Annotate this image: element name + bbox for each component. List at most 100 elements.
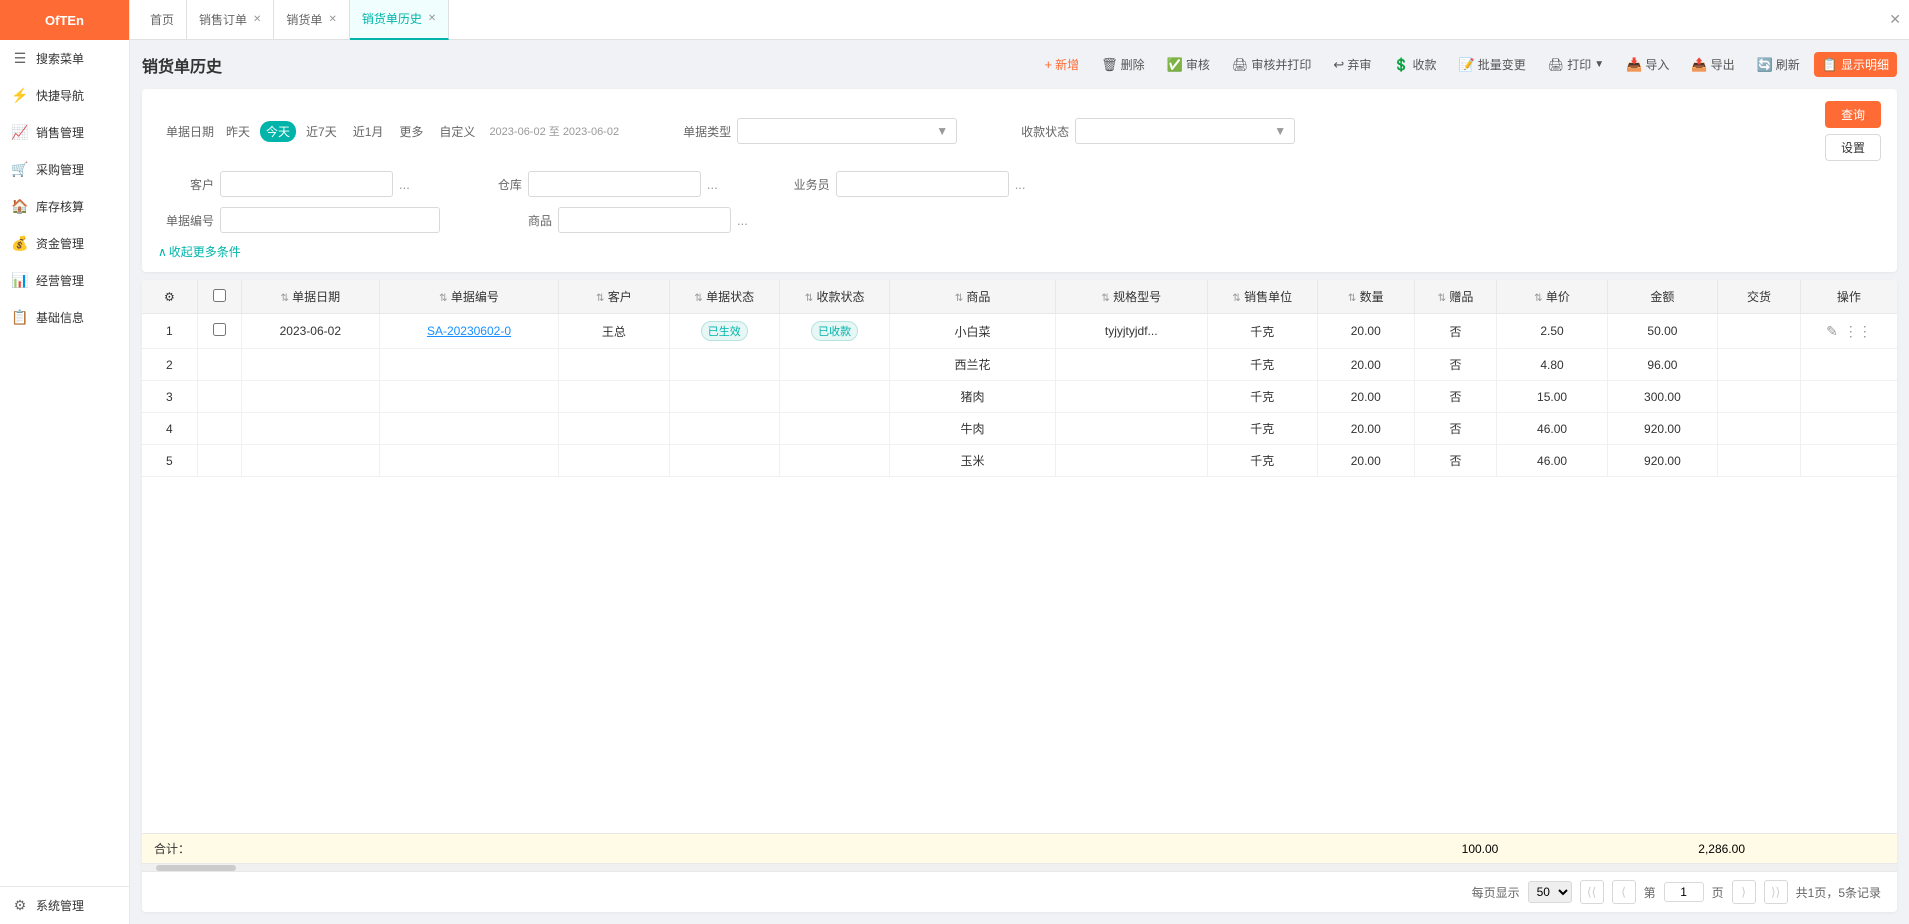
- th-date: ⇅ 单据日期: [241, 280, 379, 314]
- goods-picker-icon[interactable]: ...: [737, 213, 748, 228]
- new-button[interactable]: + 新增: [1037, 52, 1088, 77]
- more-icon[interactable]: ⋮⋮: [1844, 323, 1872, 340]
- cell-pay-status: [779, 381, 889, 413]
- table-scroll-area[interactable]: ⚙ ⇅ 单据日期 ⇅: [142, 280, 1897, 833]
- filter-pay-status: 收款状态 ▼: [1013, 118, 1295, 144]
- scrollbar-thumb[interactable]: [156, 865, 236, 871]
- select-all-checkbox[interactable]: [213, 289, 226, 302]
- row-checkbox[interactable]: [213, 323, 226, 336]
- audit-print-button[interactable]: 🖨 审核并打印: [1224, 52, 1320, 77]
- sidebar-item-finance[interactable]: 💰 资金管理: [0, 225, 129, 262]
- sidebar-item-basic-info[interactable]: 📋 基础信息: [0, 299, 129, 336]
- sort-unit-icon[interactable]: ⇅: [1232, 293, 1240, 304]
- goods-input[interactable]: [558, 207, 731, 233]
- th-settings[interactable]: ⚙: [142, 280, 197, 314]
- pay-status-select[interactable]: ▼: [1075, 118, 1295, 144]
- date-btn-last7[interactable]: 近7天: [300, 121, 343, 142]
- staff-input[interactable]: [836, 171, 1009, 197]
- cell-checkbox[interactable]: [197, 314, 241, 349]
- collect-button[interactable]: 💲 收款: [1385, 52, 1444, 77]
- sidebar-item-sales-mgmt[interactable]: 📈 销售管理: [0, 114, 129, 151]
- customer-picker-icon[interactable]: ...: [399, 177, 410, 192]
- audit-button[interactable]: ✅ 审核: [1159, 52, 1218, 77]
- sort-sn-icon[interactable]: ⇅: [439, 293, 447, 304]
- th-trade: 交货: [1718, 280, 1801, 314]
- tab-bar-end: ✕: [1889, 11, 1901, 28]
- sort-doc-status-icon[interactable]: ⇅: [694, 293, 702, 304]
- settings-icon[interactable]: ⚙: [164, 290, 175, 304]
- sidebar-item-inventory[interactable]: 🏠 库存核算: [0, 188, 129, 225]
- print-button[interactable]: 🖨 打印 ▼: [1540, 52, 1612, 77]
- export-button[interactable]: 📤 导出: [1683, 52, 1742, 77]
- customer-input[interactable]: [220, 171, 393, 197]
- import-button[interactable]: 📥 导入: [1618, 52, 1677, 77]
- sort-goods-icon[interactable]: ⇅: [955, 293, 963, 304]
- search-menu-icon: ☰: [12, 51, 28, 67]
- sidebar-item-purchase-mgmt[interactable]: 🛒 采购管理: [0, 151, 129, 188]
- sidebar-item-operations[interactable]: 📊 经营管理: [0, 262, 129, 299]
- print-dropdown-icon[interactable]: ▼: [1594, 59, 1604, 70]
- sort-spec-icon[interactable]: ⇅: [1101, 293, 1109, 304]
- date-btn-yesterday[interactable]: 昨天: [220, 121, 256, 142]
- date-btn-more[interactable]: 更多: [393, 121, 429, 142]
- close-sales-goods-tab[interactable]: ✕: [328, 14, 336, 25]
- cell-gift: 否: [1414, 381, 1497, 413]
- cell-checkbox[interactable]: [197, 445, 241, 477]
- per-page-select[interactable]: 50: [1528, 881, 1572, 903]
- tab-sales-order[interactable]: 销售订单 ✕: [187, 0, 274, 40]
- cell-unit: 千克: [1207, 413, 1317, 445]
- page-number-input[interactable]: [1664, 882, 1704, 902]
- cell-checkbox[interactable]: [197, 413, 241, 445]
- show-detail-button[interactable]: 📋 显示明细: [1814, 52, 1897, 77]
- sidebar-item-quick-nav[interactable]: ⚡ 快捷导航: [0, 77, 129, 114]
- abandon-button[interactable]: ↩ 弃审: [1325, 52, 1379, 77]
- cell-checkbox[interactable]: [197, 349, 241, 381]
- doc-no-input[interactable]: [220, 207, 440, 233]
- query-button[interactable]: 查询: [1825, 101, 1881, 128]
- next-page-button[interactable]: ⟩: [1732, 880, 1756, 904]
- close-sales-history-tab[interactable]: ✕: [428, 13, 436, 24]
- main-content: 首页 销售订单 ✕ 销货单 ✕ 销货单历史 ✕ ✕ 销货单历史 +: [130, 0, 1909, 924]
- sort-pay-status-icon[interactable]: ⇅: [805, 293, 813, 304]
- close-all-tabs-icon[interactable]: ✕: [1889, 11, 1901, 28]
- cell-trade: [1718, 413, 1801, 445]
- doc-type-select[interactable]: ▼: [737, 118, 957, 144]
- prev-page-button[interactable]: ⟨: [1612, 880, 1636, 904]
- sidebar-item-system[interactable]: ⚙ 系统管理: [0, 887, 129, 924]
- close-sales-order-tab[interactable]: ✕: [253, 14, 261, 25]
- sort-customer-icon[interactable]: ⇅: [596, 293, 604, 304]
- th-checkbox[interactable]: [197, 280, 241, 314]
- sort-price-icon[interactable]: ⇅: [1534, 293, 1542, 304]
- date-btn-last1m[interactable]: 近1月: [347, 121, 390, 142]
- set-button[interactable]: 设置: [1825, 134, 1881, 161]
- cell-doc-status: [669, 381, 779, 413]
- cell-checkbox[interactable]: [197, 381, 241, 413]
- batch-change-button[interactable]: 📝 批量变更: [1451, 52, 1534, 77]
- sidebar-item-search-menu[interactable]: ☰ 搜索菜单: [0, 40, 129, 77]
- sort-date-icon[interactable]: ⇅: [280, 293, 288, 304]
- cell-pay-status: 已收款: [779, 314, 889, 349]
- edit-icon[interactable]: ✎: [1826, 323, 1838, 340]
- tab-home[interactable]: 首页: [138, 0, 187, 40]
- warehouse-picker-icon[interactable]: ...: [707, 177, 718, 192]
- tab-sales-history[interactable]: 销货单历史 ✕: [350, 0, 449, 40]
- date-btn-today[interactable]: 今天: [260, 121, 296, 142]
- delete-button[interactable]: 🗑 删除: [1093, 52, 1153, 77]
- warehouse-input[interactable]: [528, 171, 701, 197]
- doc-sn-link[interactable]: SA-20230602-0: [427, 324, 511, 338]
- tab-bar: 首页 销售订单 ✕ 销货单 ✕ 销货单历史 ✕ ✕: [130, 0, 1909, 40]
- refresh-button[interactable]: 🔄 刷新: [1749, 52, 1808, 77]
- cell-price: 46.00: [1497, 445, 1607, 477]
- sort-qty-icon[interactable]: ⇅: [1348, 293, 1356, 304]
- first-page-button[interactable]: ⟨⟨: [1580, 880, 1604, 904]
- tab-sales-goods[interactable]: 销货单 ✕: [274, 0, 349, 40]
- horizontal-scrollbar[interactable]: [142, 863, 1897, 871]
- collapse-button[interactable]: ∧ 收起更多条件: [158, 243, 1881, 260]
- date-btn-custom[interactable]: 自定义: [433, 121, 481, 142]
- cell-action: [1800, 413, 1897, 445]
- pay-status-badge: 已收款: [811, 321, 858, 341]
- sort-gift-icon[interactable]: ⇅: [1438, 293, 1446, 304]
- staff-picker-icon[interactable]: ...: [1015, 177, 1026, 192]
- filter-doc-type: 单据类型 ▼: [675, 118, 957, 144]
- last-page-button[interactable]: ⟩⟩: [1764, 880, 1788, 904]
